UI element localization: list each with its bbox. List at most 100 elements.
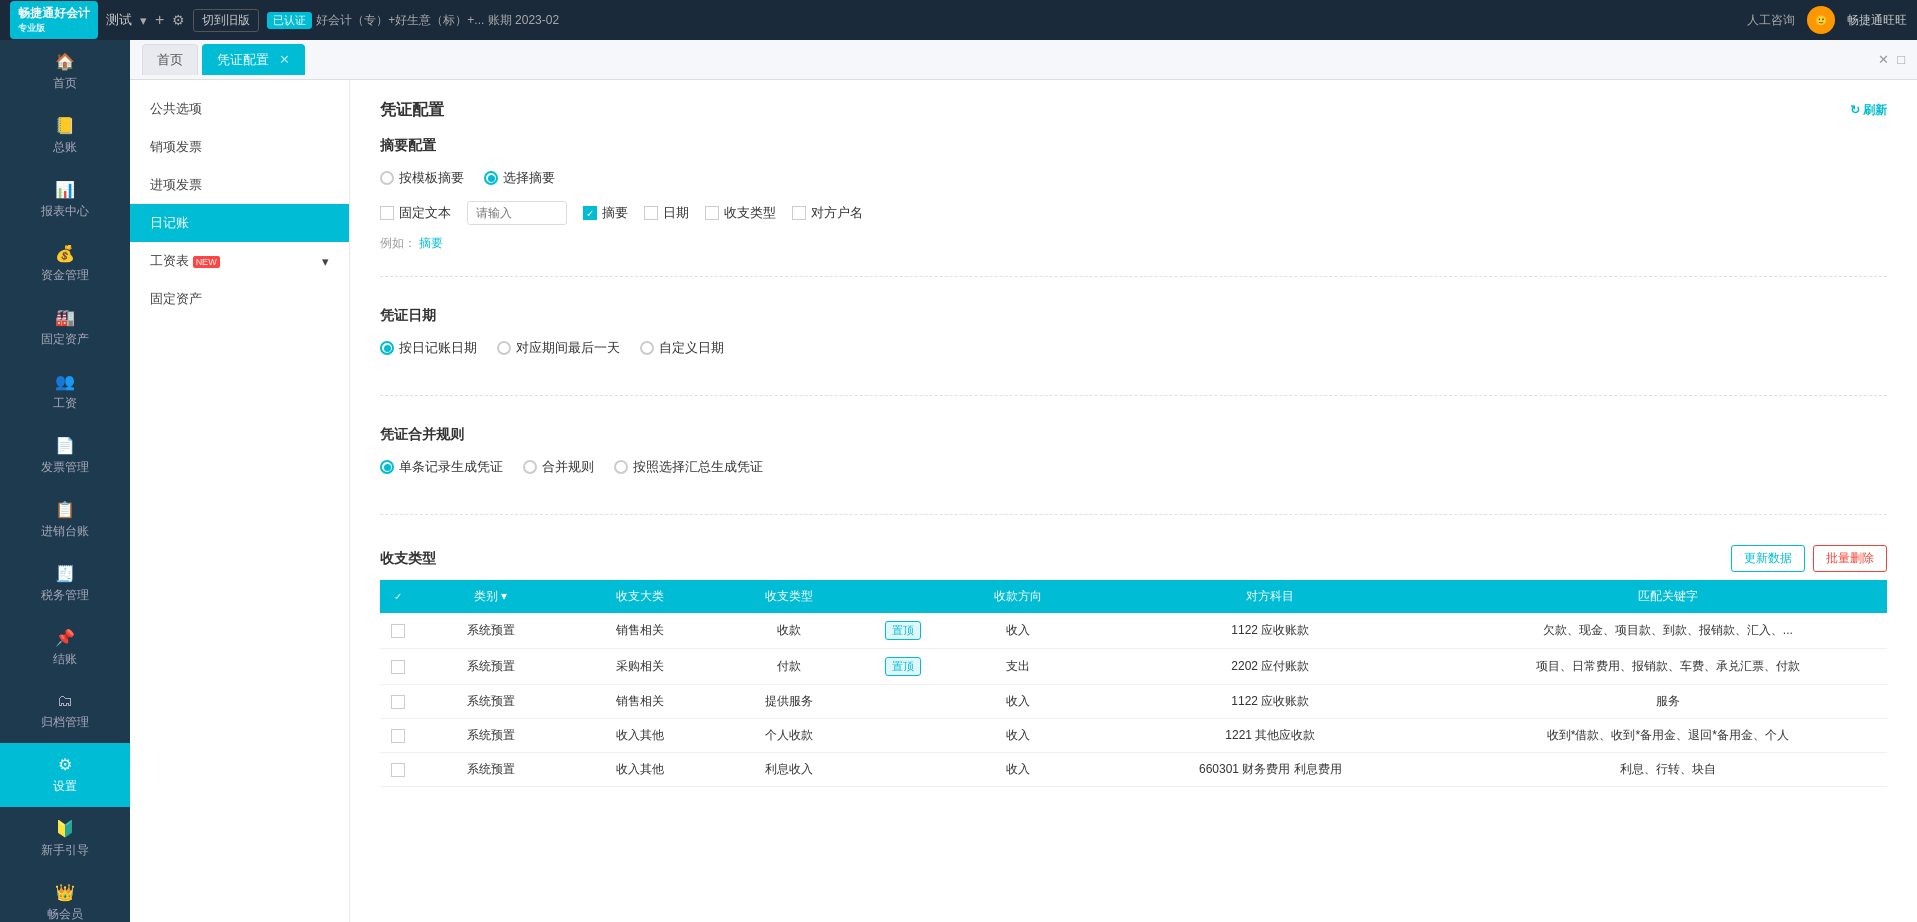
sidebar-item-tax[interactable]: 🧾 税务管理 [0,552,130,616]
radio-custom-date[interactable]: 自定义日期 [640,339,724,357]
sidebar-item-reports[interactable]: 📊 报表中心 [0,168,130,232]
checkbox-date[interactable]: 日期 [644,204,689,222]
brand-logo: 畅捷通好会计 专业版 [10,1,98,39]
sales-ledger-icon: 📋 [55,500,75,519]
window-maximize-icon[interactable]: □ [1897,52,1905,67]
th-subject: 对方科目 [1092,580,1449,613]
sidebar-item-member[interactable]: 👑 畅会员 [0,871,130,922]
test-label: 测试 [106,11,132,29]
th-sub-type: 收支类型 [714,580,863,613]
radio-circle [497,341,511,355]
sidebar-item-label: 新手引导 [41,842,89,859]
add-button[interactable]: + [155,11,164,29]
reports-icon: 📊 [55,180,75,199]
action-buttons: 更新数据 批量删除 [1731,545,1887,572]
member-icon: 👑 [55,883,75,902]
radio-circle [614,460,628,474]
brand-name: 畅捷通好会计 [18,5,90,22]
refresh-button[interactable]: ↻ 刷新 [1850,102,1887,119]
th-keywords: 匹配关键字 [1449,580,1887,613]
radio-circle [380,171,394,185]
radio-template-summary[interactable]: 按模板摘要 [380,169,464,187]
th-category: 类别 ▾ [416,580,565,613]
left-panel-item-purchase-invoice[interactable]: 进项发票 [130,166,349,204]
form-area: 凭证配置 ↻ 刷新 摘要配置 按模板摘要 选择摘要 [350,80,1917,922]
left-panel-item-sales-invoice[interactable]: 销项发票 [130,128,349,166]
sidebar-item-sales-ledger[interactable]: 📋 进销台账 [0,488,130,552]
settings-sidebar-icon: ⚙ [58,755,72,774]
tab-close-icon[interactable]: ✕ [279,52,290,67]
radio-period-last[interactable]: 对应期间最后一天 [497,339,620,357]
sidebar-item-funds[interactable]: 💰 资金管理 [0,232,130,296]
consult-label[interactable]: 人工咨询 [1747,12,1795,29]
merge-section-title: 凭证合并规则 [380,426,1887,444]
certification-badge: 已认证 好会计（专）+好生意（标）+... 账期 2023-02 [267,12,559,29]
sidebar-item-archive[interactable]: 🗂 归档管理 [0,680,130,743]
checkbox-box [705,206,719,220]
main-content: 首页 凭证配置 ✕ ✕ □ 公共选项 销项发票 进项发票 [130,40,1917,922]
income-expense-data-table: ✓ 类别 ▾ 收支大类 收支类型 收款方向 对方科目 匹配关键字 系统预置 销售… [380,580,1887,787]
new-badge: NEW [193,256,220,268]
checkbox-box-checked: ✓ [583,206,597,220]
table-row: 系统预置 销售相关 提供服务 收入 1122 应收账款 服务 [380,685,1887,719]
home-icon: 🏠 [55,52,75,71]
page-title: 凭证配置 ↻ 刷新 [380,100,1887,121]
left-panel-item-diary[interactable]: 日记账 [130,204,349,242]
left-panel-item-public[interactable]: 公共选项 [130,90,349,128]
radio-circle-checked [380,460,394,474]
radio-aggregate[interactable]: 按照选择汇总生成凭证 [614,458,763,476]
invoice-icon: 📄 [55,436,75,455]
sidebar-item-guide[interactable]: 🔰 新手引导 [0,807,130,871]
checkbox-summary[interactable]: ✓ 摘要 [583,204,628,222]
payroll-icon: 👥 [55,372,75,391]
tab-voucher-config[interactable]: 凭证配置 ✕ [202,44,305,75]
sidebar-item-invoice[interactable]: 📄 发票管理 [0,424,130,488]
switch-version-button[interactable]: 切到旧版 [193,9,259,32]
income-expense-title: 收支类型 [380,550,436,568]
radio-circle [523,460,537,474]
summary-radio-group: 按模板摘要 选择摘要 [380,169,1887,187]
window-close-icon[interactable]: ✕ [1878,52,1889,67]
checkbox-counterpart[interactable]: 对方户名 [792,204,863,222]
sidebar-item-home[interactable]: 🏠 首页 [0,40,130,104]
sidebar-item-label: 归档管理 [41,714,89,731]
th-check[interactable]: ✓ [380,580,416,613]
funds-icon: 💰 [55,244,75,263]
radio-circle-checked [484,171,498,185]
radio-select-summary[interactable]: 选择摘要 [484,169,555,187]
sidebar-item-assets[interactable]: 🏭 固定资产 [0,296,130,360]
left-panel-item-payroll-table[interactable]: 工资表 NEW ▾ [130,242,349,280]
tab-home[interactable]: 首页 [142,44,198,75]
sidebar-item-payroll[interactable]: 👥 工资 [0,360,130,424]
date-radio-group: 按日记账日期 对应期间最后一天 自定义日期 [380,339,1887,357]
batch-delete-button[interactable]: 批量删除 [1813,545,1887,572]
fixed-text-input[interactable] [467,201,567,225]
sidebar-item-closing[interactable]: 📌 结账 [0,616,130,680]
radio-diary-date[interactable]: 按日记账日期 [380,339,477,357]
left-panel: 公共选项 销项发票 进项发票 日记账 工资表 NEW ▾ [130,80,350,922]
badge-text: 好会计（专）+好生意（标）+... 账期 2023-02 [316,12,559,29]
checkbox-income-type[interactable]: 收支类型 [705,204,776,222]
sidebar-item-ledger[interactable]: 📒 总账 [0,104,130,168]
sidebar-item-label: 总账 [53,139,77,156]
archive-icon: 🗂 [57,692,73,710]
table-row: 系统预置 采购相关 付款 置顶 支出 2202 应付账款 项目、日常费用、报销款… [380,649,1887,685]
update-data-button[interactable]: 更新数据 [1731,545,1805,572]
radio-merge-rules[interactable]: 合并规则 [523,458,594,476]
left-panel-item-fixed-assets[interactable]: 固定资产 [130,280,349,318]
avatar[interactable]: 🙂 [1807,6,1835,34]
sidebar-item-label: 税务管理 [41,587,89,604]
sidebar-item-settings[interactable]: ⚙ 设置 [0,743,130,807]
test-dropdown[interactable]: ▾ [140,13,147,28]
brand-sub: 专业版 [18,22,90,35]
sidebar-item-label: 发票管理 [41,459,89,476]
sidebar-item-label: 工资 [53,395,77,412]
example-text: 例如： 摘要 [380,235,1887,252]
checkbox-box [792,206,806,220]
checkbox-fixed-text[interactable]: 固定文本 [380,204,451,222]
radio-single-record[interactable]: 单条记录生成凭证 [380,458,503,476]
sidebar-item-label: 畅会员 [47,906,83,922]
summary-section: 摘要配置 按模板摘要 选择摘要 [380,137,1887,277]
settings-icon[interactable]: ⚙ [172,12,185,28]
date-section: 凭证日期 按日记账日期 对应期间最后一天 自定义日期 [380,307,1887,396]
